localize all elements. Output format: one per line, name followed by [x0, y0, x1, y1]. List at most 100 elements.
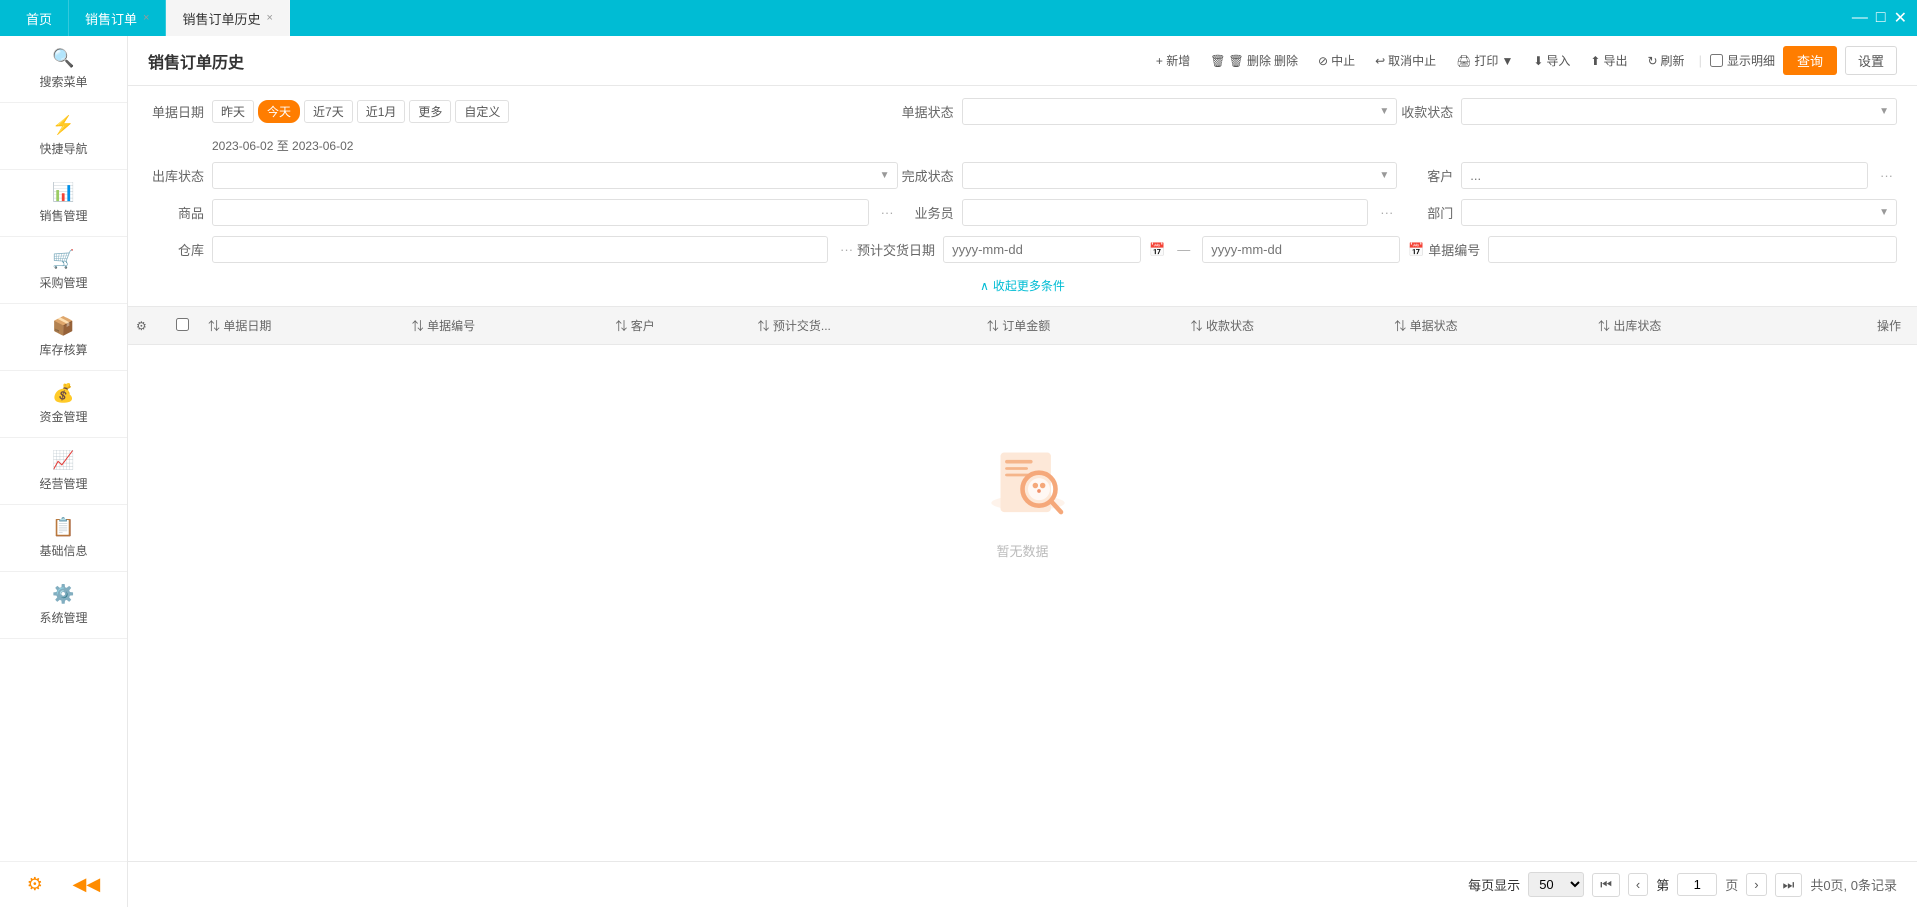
- date-calendar-icon-2[interactable]: 📅: [1408, 242, 1424, 258]
- settings-button[interactable]: 设置: [1845, 46, 1897, 75]
- bill-no-input[interactable]: [1488, 236, 1897, 263]
- print-button[interactable]: 🖨 打印 ▼: [1450, 48, 1519, 73]
- inventory-icon: 📦: [52, 316, 74, 337]
- next-page-button[interactable]: ›: [1746, 873, 1766, 896]
- toolbar-divider: |: [1699, 53, 1702, 68]
- sidebar-item-quick-nav[interactable]: ⚡ 快捷导航: [0, 103, 127, 170]
- delete-button[interactable]: 🗑 🗑 删除 删除: [1204, 48, 1304, 73]
- filter-row-3: 商品 ··· 业务员 ··· 部门 ▼: [148, 199, 1897, 226]
- tab-sales-order-close[interactable]: ×: [143, 12, 149, 24]
- th-bill-no-sort-icon[interactable]: ⇅: [412, 319, 424, 333]
- tab-sales-history[interactable]: 销售订单历史 ×: [166, 0, 289, 36]
- query-button[interactable]: 查询: [1783, 46, 1837, 75]
- settings-icon[interactable]: ⚙: [136, 319, 147, 333]
- close-button[interactable]: ✕: [1894, 8, 1907, 28]
- sidebar-item-basic-info[interactable]: 📋 基础信息: [0, 505, 127, 572]
- sidebar-item-system[interactable]: ⚙️ 系统管理: [0, 572, 127, 639]
- sidebar-item-quick-nav-label: 快捷导航: [39, 140, 87, 157]
- delivery-date-to[interactable]: [1202, 236, 1400, 263]
- th-check[interactable]: [168, 307, 200, 345]
- sidebar-item-sales[interactable]: 📊 销售管理: [0, 170, 127, 237]
- delivery-date-from[interactable]: [943, 236, 1141, 263]
- export-button[interactable]: ⬆ 导出: [1584, 48, 1633, 73]
- refresh-icon: ↻: [1647, 54, 1657, 68]
- tab-sales-order[interactable]: 销售订单 ×: [69, 0, 166, 36]
- out-status-select[interactable]: [212, 162, 898, 189]
- collapse-row[interactable]: ∧ 收起更多条件: [148, 273, 1897, 294]
- goods-input[interactable]: [212, 199, 869, 226]
- print-label: 打印: [1474, 52, 1498, 69]
- empty-text: 暂无数据: [996, 541, 1048, 560]
- date-calendar-icon-1[interactable]: 📅: [1149, 242, 1165, 258]
- prev-page-button[interactable]: ‹: [1628, 873, 1648, 896]
- finance-icon: 💰: [52, 383, 74, 404]
- export-label: 导出: [1603, 52, 1627, 69]
- sidebar-item-operations[interactable]: 📈 经营管理: [0, 438, 127, 505]
- select-all-checkbox[interactable]: [176, 318, 189, 331]
- receipt-status-select[interactable]: [1461, 98, 1897, 125]
- sidebar-item-operations-label: 经营管理: [39, 475, 87, 492]
- sidebar-item-purchase[interactable]: 🛒 采购管理: [0, 237, 127, 304]
- receipt-status-select-wrap: ▼: [1461, 98, 1897, 125]
- sales-rep-ellipsis[interactable]: ···: [1376, 205, 1397, 220]
- dept-select[interactable]: [1461, 199, 1897, 226]
- date-btn-7days[interactable]: 近7天: [304, 100, 353, 123]
- date-btn-more[interactable]: 更多: [409, 100, 451, 123]
- page-number-input[interactable]: [1677, 873, 1717, 896]
- date-btn-today[interactable]: 今天: [258, 100, 300, 123]
- complete-status-select[interactable]: [962, 162, 1398, 189]
- sidebar-item-search[interactable]: 🔍 搜索菜单: [0, 36, 127, 103]
- filter-customer: 客户 ···: [1397, 162, 1897, 189]
- date-btn-yesterday[interactable]: 昨天: [212, 100, 254, 123]
- sales-rep-input[interactable]: [962, 199, 1369, 226]
- bill-status-select[interactable]: [962, 98, 1398, 125]
- filter-area: 单据日期 昨天 今天 近7天 近1月 更多 自定义 单据状态: [128, 86, 1917, 307]
- tab-sales-history-close[interactable]: ×: [266, 12, 272, 24]
- th-bill-sort-icon[interactable]: ⇅: [1394, 319, 1406, 333]
- per-page-select[interactable]: 50 10 20 100: [1528, 872, 1584, 897]
- new-button[interactable]: + 新增: [1150, 48, 1196, 73]
- show-detail-checkbox[interactable]: [1710, 54, 1723, 67]
- sidebar-item-inventory[interactable]: 📦 库存核算: [0, 304, 127, 371]
- warehouse-input[interactable]: [212, 236, 828, 263]
- th-date-sort-icon[interactable]: ⇅: [208, 319, 220, 333]
- sidebar-item-finance[interactable]: 💰 资金管理: [0, 371, 127, 438]
- delivery-date-label: 预计交货日期: [857, 240, 935, 259]
- window-controls: — □ ✕: [1852, 8, 1907, 28]
- stop-button[interactable]: ⊘ 中止: [1312, 48, 1361, 73]
- th-amount-sort-icon[interactable]: ⇅: [987, 319, 999, 333]
- filter-row-1: 单据日期 昨天 今天 近7天 近1月 更多 自定义 单据状态: [148, 98, 1897, 125]
- print-arrow: ▼: [1501, 54, 1513, 68]
- system-icon: ⚙️: [52, 584, 74, 605]
- last-page-button[interactable]: ⏭: [1775, 873, 1803, 897]
- filter-bill-status: 单据状态 ▼: [898, 98, 1398, 125]
- filter-dept: 部门 ▼: [1397, 199, 1897, 226]
- customer-ellipsis[interactable]: ···: [1876, 168, 1897, 183]
- filter-sales-rep: 业务员 ···: [898, 199, 1398, 226]
- import-button[interactable]: ⬇ 导入: [1527, 48, 1576, 73]
- goods-ellipsis[interactable]: ···: [877, 205, 898, 220]
- minimize-button[interactable]: —: [1852, 9, 1868, 27]
- cancel-stop-button[interactable]: ↩ 取消中止: [1369, 48, 1442, 73]
- th-settings[interactable]: ⚙: [128, 307, 168, 345]
- speaker-icon[interactable]: ◀◀: [73, 874, 101, 895]
- refresh-button[interactable]: ↻ 刷新: [1641, 48, 1690, 73]
- th-out-label: 出库状态: [1613, 319, 1661, 333]
- date-btn-1month[interactable]: 近1月: [357, 100, 406, 123]
- date-btn-custom[interactable]: 自定义: [455, 100, 509, 123]
- th-customer-sort-icon[interactable]: ⇅: [615, 319, 627, 333]
- th-date: ⇅ 单据日期: [200, 307, 404, 345]
- bill-status-label: 单据状态: [898, 102, 954, 121]
- show-detail-checkbox-group[interactable]: 显示明细: [1710, 52, 1775, 69]
- th-delivery-sort-icon[interactable]: ⇅: [758, 319, 770, 333]
- first-page-button[interactable]: ⏮: [1592, 873, 1620, 897]
- th-out-sort-icon[interactable]: ⇅: [1598, 319, 1610, 333]
- maximize-button[interactable]: □: [1876, 9, 1886, 27]
- warehouse-ellipsis[interactable]: ···: [836, 242, 857, 257]
- customer-input[interactable]: [1461, 162, 1868, 189]
- tab-home[interactable]: 首页: [10, 0, 69, 36]
- th-receipt-sort-icon[interactable]: ⇅: [1191, 319, 1203, 333]
- settings-bottom-icon[interactable]: ⚙: [27, 874, 43, 895]
- table-header-row: ⚙ ⇅ 单据日期 ⇅ 单据编号: [128, 307, 1917, 345]
- out-status-label: 出库状态: [148, 166, 204, 185]
